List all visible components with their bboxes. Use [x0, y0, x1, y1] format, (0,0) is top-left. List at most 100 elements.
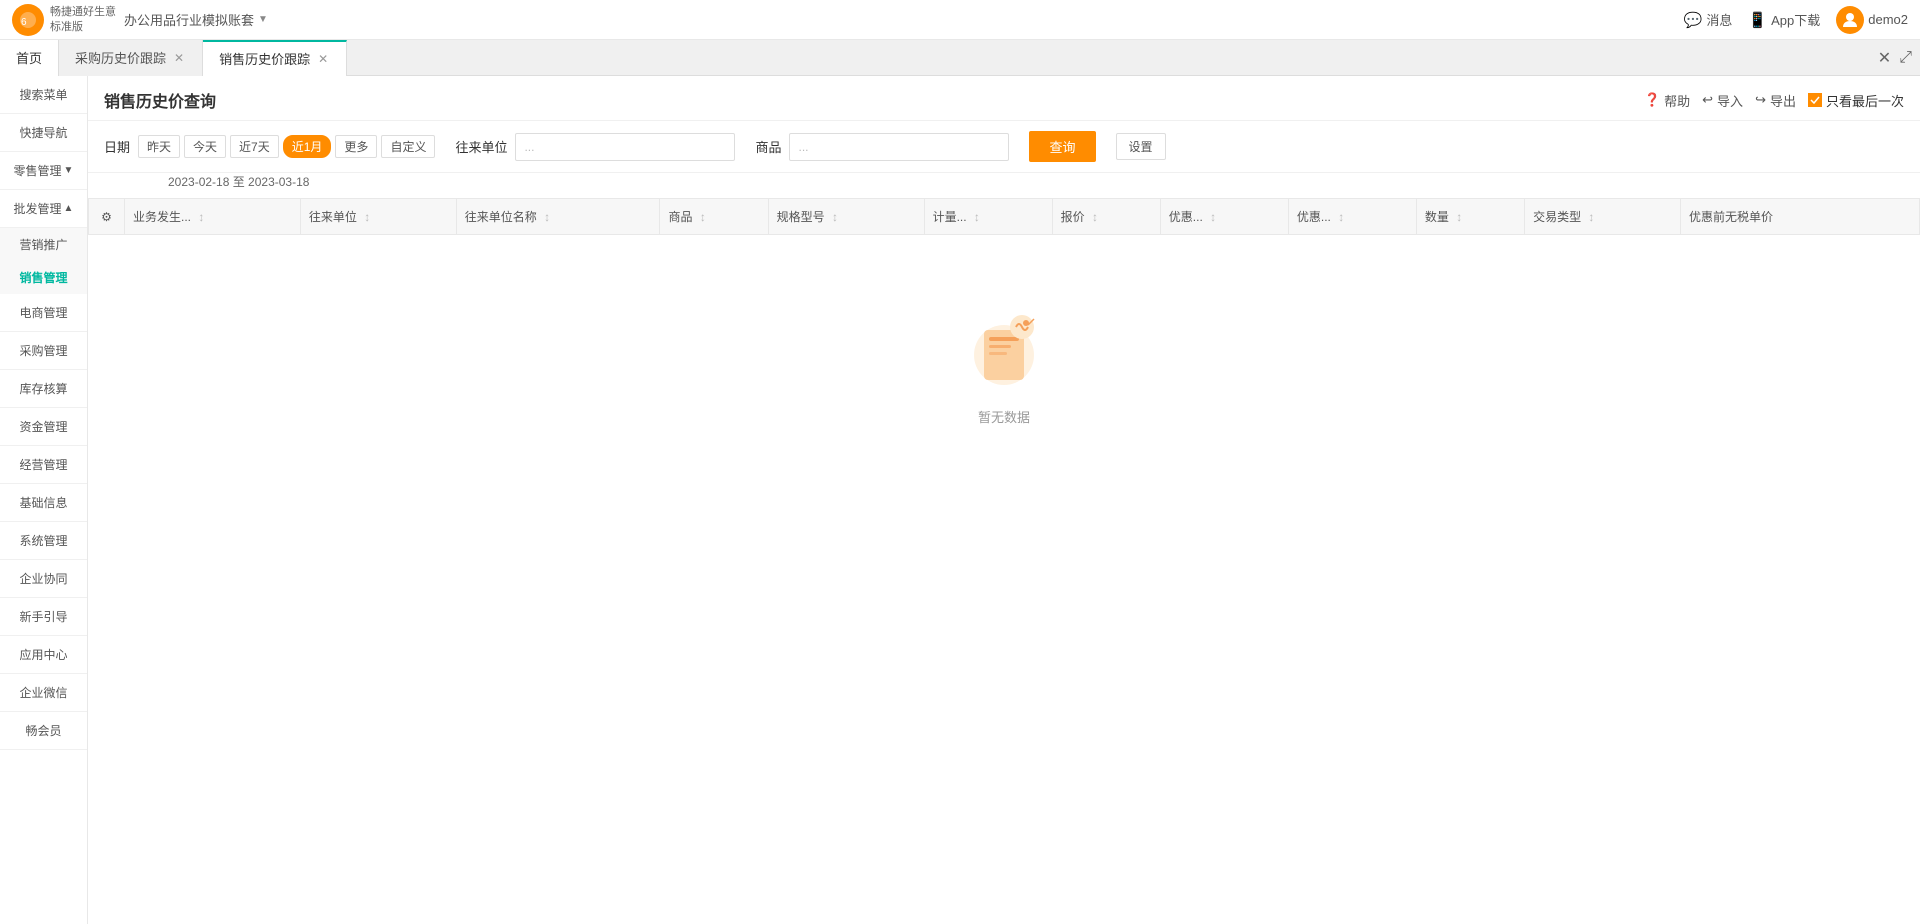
- message-button[interactable]: 💬 消息: [1684, 10, 1733, 29]
- sidebar-item-basic-info[interactable]: 基础信息: [0, 484, 87, 522]
- date-btn-today[interactable]: 今天: [184, 135, 226, 158]
- sidebar-sub-marketing[interactable]: 营销推广: [0, 228, 87, 261]
- sidebar-item-purchase[interactable]: 采购管理: [0, 332, 87, 370]
- table-container: ⚙ 业务发生... ↕ 往来单位 ↕ 往来单位名称 ↕ 商品 ↕ 规格型号 ↕ …: [88, 198, 1920, 924]
- date-btn-1month[interactable]: 近1月: [283, 135, 332, 158]
- date-btn-yesterday[interactable]: 昨天: [138, 135, 180, 158]
- col-biz-date[interactable]: 业务发生... ↕: [125, 199, 301, 235]
- counterpart-label: 往来单位: [455, 137, 507, 156]
- col-price[interactable]: 报价 ↕: [1052, 199, 1160, 235]
- tab-sales-history[interactable]: 销售历史价跟踪 ✕: [203, 40, 347, 76]
- empty-text: 暂无数据: [978, 407, 1030, 426]
- sidebar-item-inventory[interactable]: 库存核算: [0, 370, 87, 408]
- query-button[interactable]: 查询: [1029, 131, 1095, 162]
- tab-maximize-button[interactable]: ⤢: [1899, 49, 1912, 67]
- col-discount1[interactable]: 优惠... ↕: [1160, 199, 1288, 235]
- settings-button[interactable]: 设置: [1116, 133, 1166, 160]
- import-icon: ↩: [1702, 92, 1713, 108]
- logo-icon: 6: [12, 4, 44, 36]
- date-btn-more[interactable]: 更多: [335, 135, 377, 158]
- export-button[interactable]: ↪ 导出: [1755, 91, 1796, 110]
- top-bar-left: 6 畅捷通好生意 标准版 办公用品行业模拟账套 ▼: [12, 4, 268, 36]
- empty-illustration: [954, 295, 1054, 395]
- page-actions: ❓ 帮助 ↩ 导入 ↪ 导出 只看最后一次: [1644, 91, 1904, 110]
- col-gear[interactable]: ⚙: [89, 199, 125, 235]
- sidebar-item-system[interactable]: 系统管理: [0, 522, 87, 560]
- logo-area: 6 畅捷通好生意 标准版: [12, 4, 116, 36]
- wholesale-arrow-icon: ▲: [64, 203, 74, 214]
- product-filter-group: 商品 ...: [755, 133, 1009, 161]
- tab-purchase-label: 采购历史价跟踪: [75, 48, 166, 67]
- col-unit[interactable]: 计量... ↕: [924, 199, 1052, 235]
- date-buttons: 昨天 今天 近7天 近1月 更多 自定义: [138, 135, 435, 158]
- phone-icon: 📱: [1748, 11, 1767, 29]
- help-button[interactable]: ❓ 帮助: [1644, 91, 1690, 110]
- content-area: 销售历史价查询 ❓ 帮助 ↩ 导入 ↪ 导出 只看: [88, 76, 1920, 924]
- counterpart-filter-group: 往来单位 ...: [455, 133, 735, 161]
- date-btn-custom[interactable]: 自定义: [381, 135, 435, 158]
- import-button[interactable]: ↩ 导入: [1702, 91, 1743, 110]
- retail-arrow-icon: ▼: [64, 165, 74, 176]
- tab-purchase-history[interactable]: 采购历史价跟踪 ✕: [59, 40, 203, 76]
- breadcrumb-area: 办公用品行业模拟账套 ▼: [124, 10, 268, 29]
- col-product[interactable]: 商品 ↕: [660, 199, 768, 235]
- avatar: [1836, 6, 1864, 34]
- tab-extra: ✕ ⤢: [1878, 48, 1920, 68]
- date-range-display: 2023-02-18 至 2023-03-18: [88, 173, 1920, 198]
- help-icon: ❓: [1644, 92, 1660, 108]
- tab-home-label: 首页: [16, 48, 42, 67]
- top-bar: 6 畅捷通好生意 标准版 办公用品行业模拟账套 ▼ 💬 消息 📱 App下载 d…: [0, 0, 1920, 40]
- page-title: 销售历史价查询: [104, 88, 216, 112]
- date-filter-group: 日期 昨天 今天 近7天 近1月 更多 自定义: [104, 135, 435, 158]
- col-counterpart[interactable]: 往来单位 ↕: [300, 199, 456, 235]
- sidebar-item-ecommerce[interactable]: 电商管理: [0, 294, 87, 332]
- col-counterpart-name[interactable]: 往来单位名称 ↕: [456, 199, 660, 235]
- svg-text:6: 6: [21, 17, 27, 28]
- sidebar-item-wechat[interactable]: 企业微信: [0, 674, 87, 712]
- col-spec[interactable]: 规格型号 ↕: [768, 199, 924, 235]
- sidebar: 搜索菜单 快捷导航 零售管理 ▼ 批发管理 ▲ 营销推广 销售管理 电商管理 采…: [0, 76, 88, 924]
- tab-purchase-close[interactable]: ✕: [172, 51, 186, 65]
- sidebar-item-apps[interactable]: 应用中心: [0, 636, 87, 674]
- sidebar-sub-sales[interactable]: 销售管理: [0, 261, 87, 294]
- product-input[interactable]: ...: [789, 133, 1009, 161]
- product-selector-arrow[interactable]: ▼: [258, 14, 268, 25]
- sidebar-item-enterprise[interactable]: 企业协同: [0, 560, 87, 598]
- date-label: 日期: [104, 137, 130, 156]
- sidebar-item-wholesale[interactable]: 批发管理 ▲: [0, 190, 87, 228]
- product-placeholder: ...: [798, 140, 808, 154]
- app-download-button[interactable]: 📱 App下载: [1748, 10, 1820, 29]
- sidebar-item-search[interactable]: 搜索菜单: [0, 76, 87, 114]
- product-selector-label[interactable]: 办公用品行业模拟账套: [124, 10, 254, 29]
- sidebar-item-finance[interactable]: 资金管理: [0, 408, 87, 446]
- table-header-row: ⚙ 业务发生... ↕ 往来单位 ↕ 往来单位名称 ↕ 商品 ↕ 规格型号 ↕ …: [89, 199, 1920, 235]
- sidebar-item-management[interactable]: 经营管理: [0, 446, 87, 484]
- sidebar-item-retail[interactable]: 零售管理 ▼: [0, 152, 87, 190]
- col-discount2[interactable]: 优惠... ↕: [1288, 199, 1416, 235]
- page-header: 销售历史价查询 ❓ 帮助 ↩ 导入 ↪ 导出 只看: [88, 76, 1920, 121]
- tab-home[interactable]: 首页: [0, 40, 59, 76]
- data-table: ⚙ 业务发生... ↕ 往来单位 ↕ 往来单位名称 ↕ 商品 ↕ 规格型号 ↕ …: [88, 198, 1920, 235]
- checkbox-icon: [1808, 93, 1822, 107]
- filter-area: 日期 昨天 今天 近7天 近1月 更多 自定义 往来单位 ... 商品: [88, 121, 1920, 173]
- export-icon: ↪: [1755, 92, 1766, 108]
- empty-state: 暂无数据: [88, 235, 1920, 486]
- top-bar-right: 💬 消息 📱 App下载 demo2: [1684, 6, 1908, 34]
- tab-close-all-button[interactable]: ✕: [1878, 48, 1891, 68]
- only-last-checkbox[interactable]: 只看最后一次: [1808, 91, 1904, 110]
- sidebar-item-member[interactable]: 畅会员: [0, 712, 87, 750]
- message-icon: 💬: [1684, 11, 1703, 29]
- col-qty[interactable]: 数量 ↕: [1416, 199, 1524, 235]
- product-label: 商品: [755, 137, 781, 156]
- col-pretax-price[interactable]: 优惠前无税单价: [1681, 199, 1920, 235]
- sidebar-item-guide[interactable]: 新手引导: [0, 598, 87, 636]
- sidebar-item-quick-nav[interactable]: 快捷导航: [0, 114, 87, 152]
- tab-sales-close[interactable]: ✕: [316, 52, 330, 66]
- date-btn-7days[interactable]: 近7天: [230, 135, 279, 158]
- user-menu-button[interactable]: demo2: [1836, 6, 1908, 34]
- counterpart-input[interactable]: ...: [515, 133, 735, 161]
- counterpart-placeholder: ...: [524, 140, 534, 154]
- logo-text: 畅捷通好生意 标准版: [50, 5, 116, 34]
- col-trade-type[interactable]: 交易类型 ↕: [1525, 199, 1681, 235]
- tab-sales-label: 销售历史价跟踪: [219, 49, 310, 68]
